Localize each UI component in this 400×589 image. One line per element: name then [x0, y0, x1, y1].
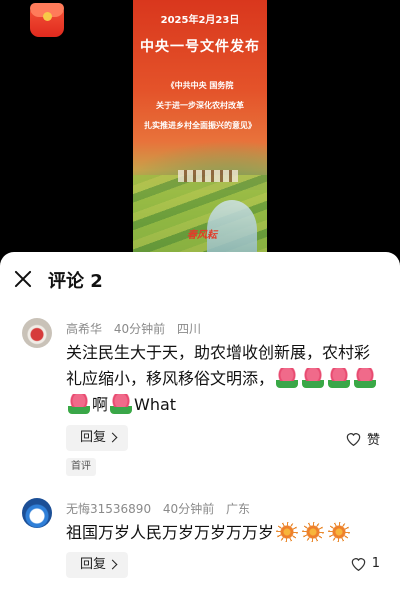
rose-icon	[328, 368, 351, 388]
like-button[interactable]: 赞	[345, 429, 380, 448]
heart-icon	[345, 431, 362, 446]
like-label: 赞	[366, 433, 380, 448]
comment-sheet: 评论 2 高希华 40分钟前 四川 关注民生大于天，助农增收创新展，农村彩礼应缩…	[0, 252, 400, 589]
comment-meta: 无悔31536890 40分钟前 广东	[66, 500, 258, 517]
rose-icon	[68, 394, 90, 414]
comment-time: 40分钟前	[162, 502, 215, 516]
like-count: 1	[371, 556, 380, 571]
sheet-title: 评论 2	[48, 271, 103, 292]
poster-subline: 关于进一步深化农村改革	[156, 101, 244, 110]
firework-icon	[302, 522, 325, 542]
like-button[interactable]: 1	[350, 556, 380, 571]
comment-location: 四川	[176, 322, 201, 336]
comment-text: 关注民生大于天，助农增收创新展，农村彩礼应缩小，移风移俗文明添，啊 What	[66, 340, 382, 418]
rose-icon	[354, 368, 377, 388]
first-comment-badge: 首评	[66, 458, 96, 476]
comment-user[interactable]: 无悔31536890	[66, 502, 151, 516]
comment-user[interactable]: 高希华	[66, 322, 102, 336]
poster-image: 2025年2月23日 中央一号文件发布 《中共中央 国务院 关于进一步深化农村改…	[133, 0, 267, 258]
reply-button[interactable]: 回复	[66, 425, 128, 451]
avatar[interactable]	[22, 498, 52, 528]
comment-text: 祖国万岁人民万岁万岁万万岁	[66, 520, 382, 546]
firework-icon	[276, 522, 299, 542]
sheet-header: 评论 2	[0, 252, 400, 308]
firework-icon	[328, 522, 351, 542]
close-icon[interactable]	[12, 268, 34, 290]
comment-time: 40分钟前	[113, 322, 166, 336]
poster-date: 2025年2月23日	[160, 15, 240, 26]
reply-button[interactable]: 回复	[66, 552, 128, 578]
poster-subline: 《中共中央 国务院	[166, 81, 234, 90]
avatar[interactable]	[22, 318, 52, 348]
rose-icon	[302, 368, 325, 388]
red-packet-icon[interactable]	[30, 3, 64, 37]
video-area[interactable]: 2025年2月23日 中央一号文件发布 《中共中央 国务院 关于进一步深化农村改…	[0, 0, 400, 258]
poster-headline: 中央一号文件发布	[140, 39, 260, 55]
chevron-right-icon	[107, 432, 118, 443]
rose-icon	[110, 394, 133, 414]
poster-signature: 春风耘	[187, 230, 217, 241]
poster-subline: 扎实推进乡村全面振兴的意见》	[144, 121, 256, 130]
chevron-right-icon	[107, 559, 118, 570]
rose-icon	[276, 368, 299, 388]
comment-meta: 高希华 40分钟前 四川	[66, 320, 209, 337]
comment-location: 广东	[226, 502, 251, 516]
heart-icon	[350, 556, 367, 571]
